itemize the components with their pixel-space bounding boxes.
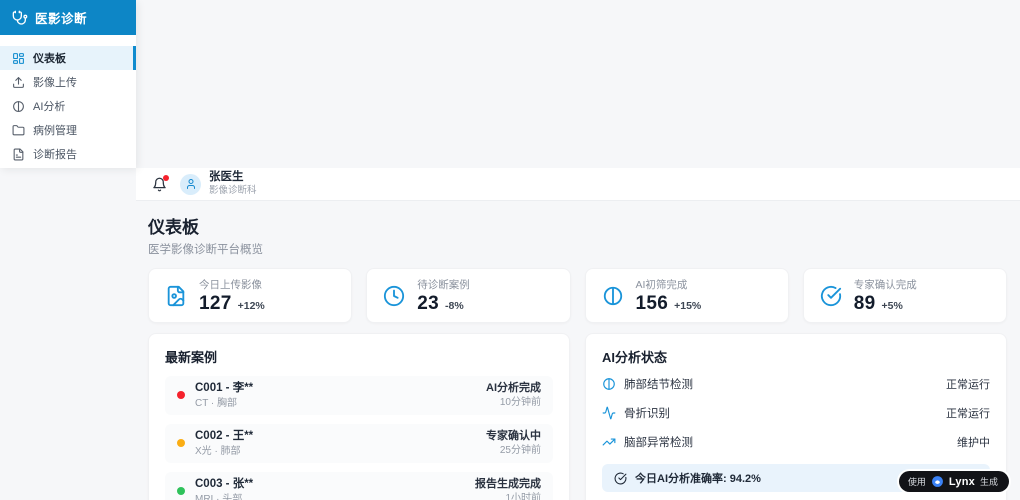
- stat-trend: -8%: [444, 299, 464, 312]
- sidebar-item-dashboard[interactable]: 仪表板: [0, 46, 136, 70]
- case-meta: MRI · 头部: [195, 493, 243, 500]
- case-time: 10分钟前: [499, 397, 541, 409]
- case-id: C003 - 张**: [195, 477, 254, 490]
- service-status: 正常运行: [946, 379, 990, 391]
- lynx-generated-badge[interactable]: 使用 Lynx 生成: [898, 471, 1009, 492]
- sidebar-item-label: 影像上传: [33, 77, 77, 89]
- folder-icon: [12, 124, 25, 137]
- case-status-dot: [177, 391, 185, 400]
- case-row[interactable]: C002 - 王** X光 · 肺部 专家确认中 25分钟前: [165, 424, 553, 463]
- accuracy-text: 今日AI分析准确率: 94.2%: [635, 473, 761, 485]
- sidebar-item-ai-analysis[interactable]: AI分析: [0, 94, 136, 118]
- stat-label: 专家确认完成: [853, 278, 917, 291]
- check-circle-icon: [614, 472, 627, 485]
- unread-dot: [163, 174, 169, 181]
- case-row[interactable]: C001 - 李** CT · 胸部 AI分析完成 10分钟前: [165, 376, 553, 415]
- latest-cases-title: 最新案例: [165, 350, 218, 365]
- ai-service-row: 脑部异常检测 维护中: [602, 434, 990, 450]
- stat-trend: +12%: [237, 299, 265, 312]
- case-status: AI分析完成: [486, 382, 541, 395]
- service-name: 脑部异常检测: [624, 437, 693, 449]
- stat-value: 127: [199, 292, 232, 314]
- service-status: 正常运行: [946, 408, 990, 420]
- app-logo: 医影诊断: [0, 0, 136, 35]
- stat-card-ai-screened: AI初筛完成 156 +15%: [584, 268, 789, 323]
- user-profile[interactable]: 张医生 影像诊断科: [180, 171, 257, 196]
- service-status: 维护中: [957, 437, 990, 449]
- user-name: 张医生: [209, 171, 244, 184]
- stat-label: 待诊断案例: [417, 278, 470, 291]
- main-content: 仪表板 医学影像诊断平台概览 今日上传影像 127 +12% 待诊断案例 23 …: [136, 201, 1020, 500]
- stat-value: 156: [635, 292, 669, 314]
- stat-card-confirmed: 专家确认完成 89 +5%: [802, 268, 1007, 323]
- stat-value: 23: [417, 292, 439, 314]
- upload-icon: [12, 76, 25, 89]
- sidebar-item-cases[interactable]: 病例管理: [0, 118, 136, 142]
- trending-up-icon: [602, 435, 616, 449]
- panels-row: 最新案例 C001 - 李** CT · 胸部 AI分析完成 10分钟前 C00…: [148, 333, 1007, 500]
- dashboard-icon: [12, 52, 25, 65]
- stat-value: 89: [853, 292, 876, 314]
- stat-label: AI初筛完成: [635, 278, 688, 291]
- sidebar-menu: 仪表板 影像上传 AI分析 病例管理 诊断报告: [0, 35, 136, 166]
- badge-brand: Lynx: [948, 475, 975, 488]
- user-department: 影像诊断科: [209, 185, 257, 197]
- stat-trend: +5%: [881, 299, 903, 312]
- ai-service-row: 骨折识别 正常运行: [602, 405, 990, 421]
- case-time: 25分钟前: [499, 445, 541, 457]
- sidebar-item-upload[interactable]: 影像上传: [0, 70, 136, 94]
- ai-scan-icon: [12, 100, 25, 113]
- page-subtitle: 医学影像诊断平台概览: [148, 244, 263, 256]
- stat-label: 今日上传影像: [199, 278, 262, 291]
- stat-card-uploads: 今日上传影像 127 +12%: [148, 268, 353, 323]
- sidebar-item-label: 病例管理: [33, 125, 77, 137]
- case-time: 1小时前: [505, 493, 541, 500]
- service-name: 骨折识别: [624, 408, 670, 420]
- stats-row: 今日上传影像 127 +12% 待诊断案例 23 -8% AI初筛完成 156 …: [148, 268, 1007, 323]
- activity-icon: [602, 406, 616, 420]
- case-row[interactable]: C003 - 张** MRI · 头部 报告生成完成 1小时前: [165, 472, 553, 500]
- top-header-bar: 张医生 影像诊断科: [136, 168, 1020, 201]
- check-circle-icon: [820, 285, 842, 307]
- service-name: 肺部结节检测: [624, 379, 693, 391]
- case-id: C002 - 王**: [195, 429, 254, 442]
- badge-suffix: 生成: [979, 477, 998, 487]
- case-id: C001 - 李**: [195, 381, 254, 394]
- ai-scan-icon: [602, 377, 616, 391]
- case-status: 报告生成完成: [475, 478, 541, 491]
- ai-status-title: AI分析状态: [602, 350, 668, 365]
- latest-cases-panel: 最新案例 C001 - 李** CT · 胸部 AI分析完成 10分钟前 C00…: [148, 333, 570, 500]
- page-title: 仪表板: [148, 218, 199, 237]
- app-title: 医影诊断: [35, 12, 88, 26]
- report-icon: [12, 148, 25, 161]
- ai-service-row: 肺部结节检测 正常运行: [602, 376, 990, 392]
- clock-icon: [383, 285, 405, 307]
- avatar: [180, 173, 201, 195]
- sidebar-item-reports[interactable]: 诊断报告: [0, 142, 136, 166]
- case-status-dot: [177, 439, 185, 448]
- stat-trend: +15%: [674, 299, 702, 312]
- stat-card-pending: 待诊断案例 23 -8%: [366, 268, 571, 323]
- case-status: 专家确认中: [486, 430, 541, 443]
- sidebar-item-label: 诊断报告: [33, 149, 77, 161]
- ai-scan-icon: [602, 285, 624, 307]
- sidebar: 医影诊断 仪表板 影像上传 AI分析 病例管理 诊断报告: [0, 0, 136, 168]
- case-meta: X光 · 肺部: [195, 445, 241, 457]
- notification-button[interactable]: [152, 174, 169, 192]
- badge-prefix: 使用: [907, 477, 926, 487]
- case-meta: CT · 胸部: [195, 397, 238, 409]
- sidebar-item-label: 仪表板: [33, 53, 66, 65]
- sidebar-item-label: AI分析: [33, 101, 66, 113]
- case-status-dot: [177, 487, 185, 496]
- lynx-logo-icon: [931, 475, 944, 488]
- stethoscope-icon: [12, 10, 28, 26]
- file-image-icon: [165, 285, 187, 307]
